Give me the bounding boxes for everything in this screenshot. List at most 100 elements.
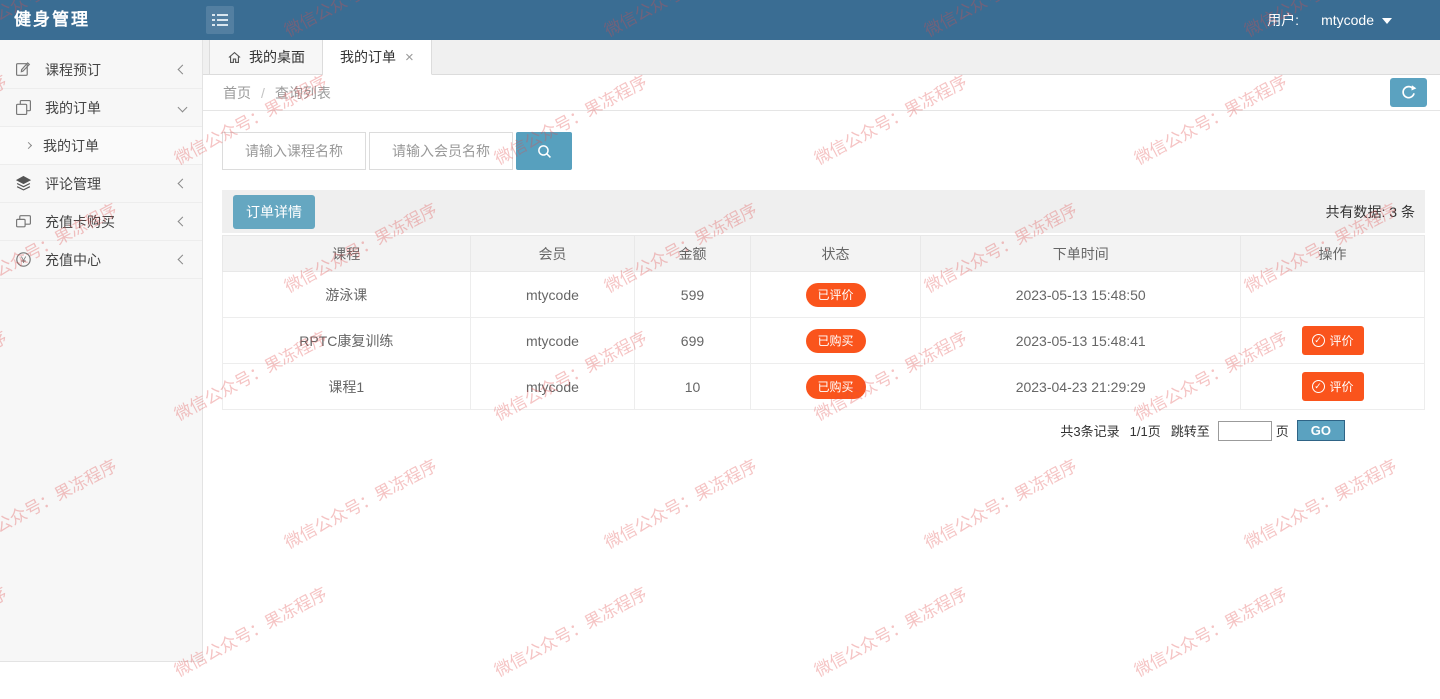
hamburger-list-icon (211, 12, 229, 28)
jump-to-label: 跳转至 (1170, 424, 1210, 439)
chevron-right-icon (24, 141, 33, 150)
total-count-text: 共有数据: 3 条 (1325, 203, 1415, 220)
jump-page-input[interactable] (1217, 420, 1272, 441)
chevron-left-icon (177, 216, 188, 227)
status-badge: 已购买 (805, 374, 866, 399)
search-button[interactable] (516, 132, 572, 170)
cell-order-time: 2023-04-23 21:29:29 (920, 363, 1242, 410)
sidebar-item-comment-management[interactable]: 评论管理 (0, 165, 202, 203)
sidebar: 课程预订 我的订单 我的订单 评论管理 充值卡购买 ¥ 充值中心 (0, 40, 203, 662)
cell-amount: 699 (634, 317, 751, 364)
review-button-label: 评价 (1329, 334, 1354, 348)
sidebar-item-label: 评论管理 (45, 175, 101, 192)
comments-icon (15, 175, 32, 192)
cell-amount: 10 (634, 363, 751, 410)
check-circle-icon: ✓ (1311, 380, 1325, 393)
member-name-input[interactable] (369, 132, 513, 170)
col-amount: 金额 (634, 235, 751, 272)
cell-status: 已评价 (749, 271, 922, 318)
tab-my-orders[interactable]: 我的订单 × (323, 40, 432, 75)
status-badge: 已购买 (805, 328, 866, 353)
chevron-left-icon (177, 178, 188, 189)
cell-course: RPTC康复训练 (222, 317, 471, 364)
cell-action (1240, 271, 1425, 318)
cell-course: 游泳课 (222, 271, 471, 318)
sidebar-item-label: 我的订单 (45, 99, 101, 116)
cell-action: ✓ 评价 (1240, 363, 1425, 410)
page-indicator-text: 1/1页 (1129, 424, 1161, 439)
course-name-input[interactable] (222, 132, 366, 170)
cell-status: 已购买 (749, 317, 922, 364)
recharge-card-icon (15, 213, 32, 230)
user-label: 用户: (1267, 12, 1300, 28)
breadcrumb-current: 查询列表 (274, 84, 331, 101)
check-circle-icon: ✓ (1311, 334, 1325, 347)
page-unit-label: 页 (1275, 424, 1289, 439)
tab-my-desktop[interactable]: 我的桌面 (209, 40, 323, 74)
table-row: 课程1 mtycode 10 已购买 2023-04-23 21:29:29 ✓ 评价 (222, 363, 1425, 410)
cell-course: 课程1 (222, 363, 471, 410)
sidebar-item-label: 课程预订 (45, 61, 101, 78)
sidebar-item-recharge-center[interactable]: ¥ 充值中心 (0, 241, 202, 279)
course-booking-icon (15, 61, 32, 78)
review-button[interactable]: ✓ 评价 (1301, 372, 1364, 401)
chevron-left-icon (177, 64, 188, 75)
pagination: 共3条记录 1/1页 跳转至 页 GO (222, 420, 1425, 441)
sidebar-item-course-booking[interactable]: 课程预订 (0, 51, 202, 89)
cell-amount: 599 (634, 271, 751, 318)
content: 订单详情 共有数据: 3 条 课程 会员 金额 状态 下单时间 操作 游泳课mt… (203, 111, 1440, 441)
main-area: 我的桌面 我的订单 × 首页 / 查询列表 请输入课程名称 请输入会员名称 订单… (203, 40, 1440, 699)
col-order-time: 下单时间 (920, 235, 1242, 272)
caret-down-icon[interactable] (1382, 18, 1392, 24)
close-icon[interactable]: × (405, 50, 414, 65)
table-header-row: 课程 会员 金额 状态 下单时间 操作 (222, 235, 1425, 272)
sidebar-item-label: 充值卡购买 (45, 213, 115, 230)
tab-label: 我的桌面 (249, 49, 305, 65)
breadcrumb-home[interactable]: 首页 (223, 83, 251, 103)
home-icon (227, 50, 242, 65)
sidebar-item-label: 充值中心 (45, 251, 101, 268)
refresh-icon (1400, 84, 1417, 101)
order-table-body: 游泳课 mtycode 599 已评价 2023-05-13 15:48:50 RPTC康… (222, 271, 1425, 410)
order-detail-button[interactable]: 订单详情 (233, 194, 315, 229)
orders-table: 课程 会员 金额 状态 下单时间 操作 游泳课 mtycode 599 已评价 2023… (222, 235, 1425, 410)
sidebar-item-recharge-card[interactable]: 充值卡购买 (0, 203, 202, 241)
review-button-label: 评价 (1329, 380, 1354, 394)
my-orders-icon (15, 99, 32, 116)
cell-order-time: 2023-05-13 15:48:41 (920, 317, 1242, 364)
app-title: 健身管理 (14, 10, 90, 29)
cell-member: mtycode (469, 271, 636, 318)
breadcrumb-separator: / (261, 84, 265, 101)
topbar: 健身管理 用户: mtycode (0, 0, 1440, 40)
svg-text:¥: ¥ (20, 255, 27, 266)
chevron-down-icon (177, 102, 188, 113)
cell-member: mtycode (469, 317, 636, 364)
col-actions: 操作 (1240, 235, 1425, 272)
table-row: 游泳课 mtycode 599 已评价 2023-05-13 15:48:50 (222, 271, 1425, 318)
user-area: 用户: mtycode (1267, 0, 1392, 40)
breadcrumb: 首页 / 查询列表 (203, 75, 1440, 111)
review-button[interactable]: ✓ 评价 (1301, 326, 1364, 355)
table-row: RPTC康复训练 mtycode 699 已购买 2023-05-13 15:48:41… (222, 317, 1425, 364)
cell-member: mtycode (469, 363, 636, 410)
refresh-button[interactable] (1390, 78, 1427, 107)
sidebar-toggle-button[interactable] (206, 6, 234, 34)
cell-action: ✓ 评价 (1240, 317, 1425, 364)
sidebar-subitem-my-orders[interactable]: 我的订单 (0, 127, 202, 165)
search-icon (536, 143, 553, 160)
col-member: 会员 (469, 235, 636, 272)
records-count-text: 共3条记录 (1060, 424, 1120, 439)
tab-strip: 我的桌面 我的订单 × (203, 40, 1440, 75)
cell-order-time: 2023-05-13 15:48:50 (920, 271, 1242, 318)
col-course: 课程 (222, 235, 471, 272)
search-row (222, 132, 1425, 170)
user-name-dropdown[interactable]: mtycode (1321, 12, 1374, 28)
go-button[interactable]: GO (1296, 420, 1345, 441)
chevron-left-icon (177, 254, 188, 265)
sidebar-item-my-orders[interactable]: 我的订单 (0, 89, 202, 127)
table-toolbar: 订单详情 共有数据: 3 条 (222, 190, 1425, 233)
cell-status: 已购买 (749, 363, 922, 410)
sidebar-subitem-label: 我的订单 (43, 137, 99, 154)
recharge-center-icon: ¥ (15, 251, 32, 268)
status-badge: 已评价 (805, 282, 866, 307)
